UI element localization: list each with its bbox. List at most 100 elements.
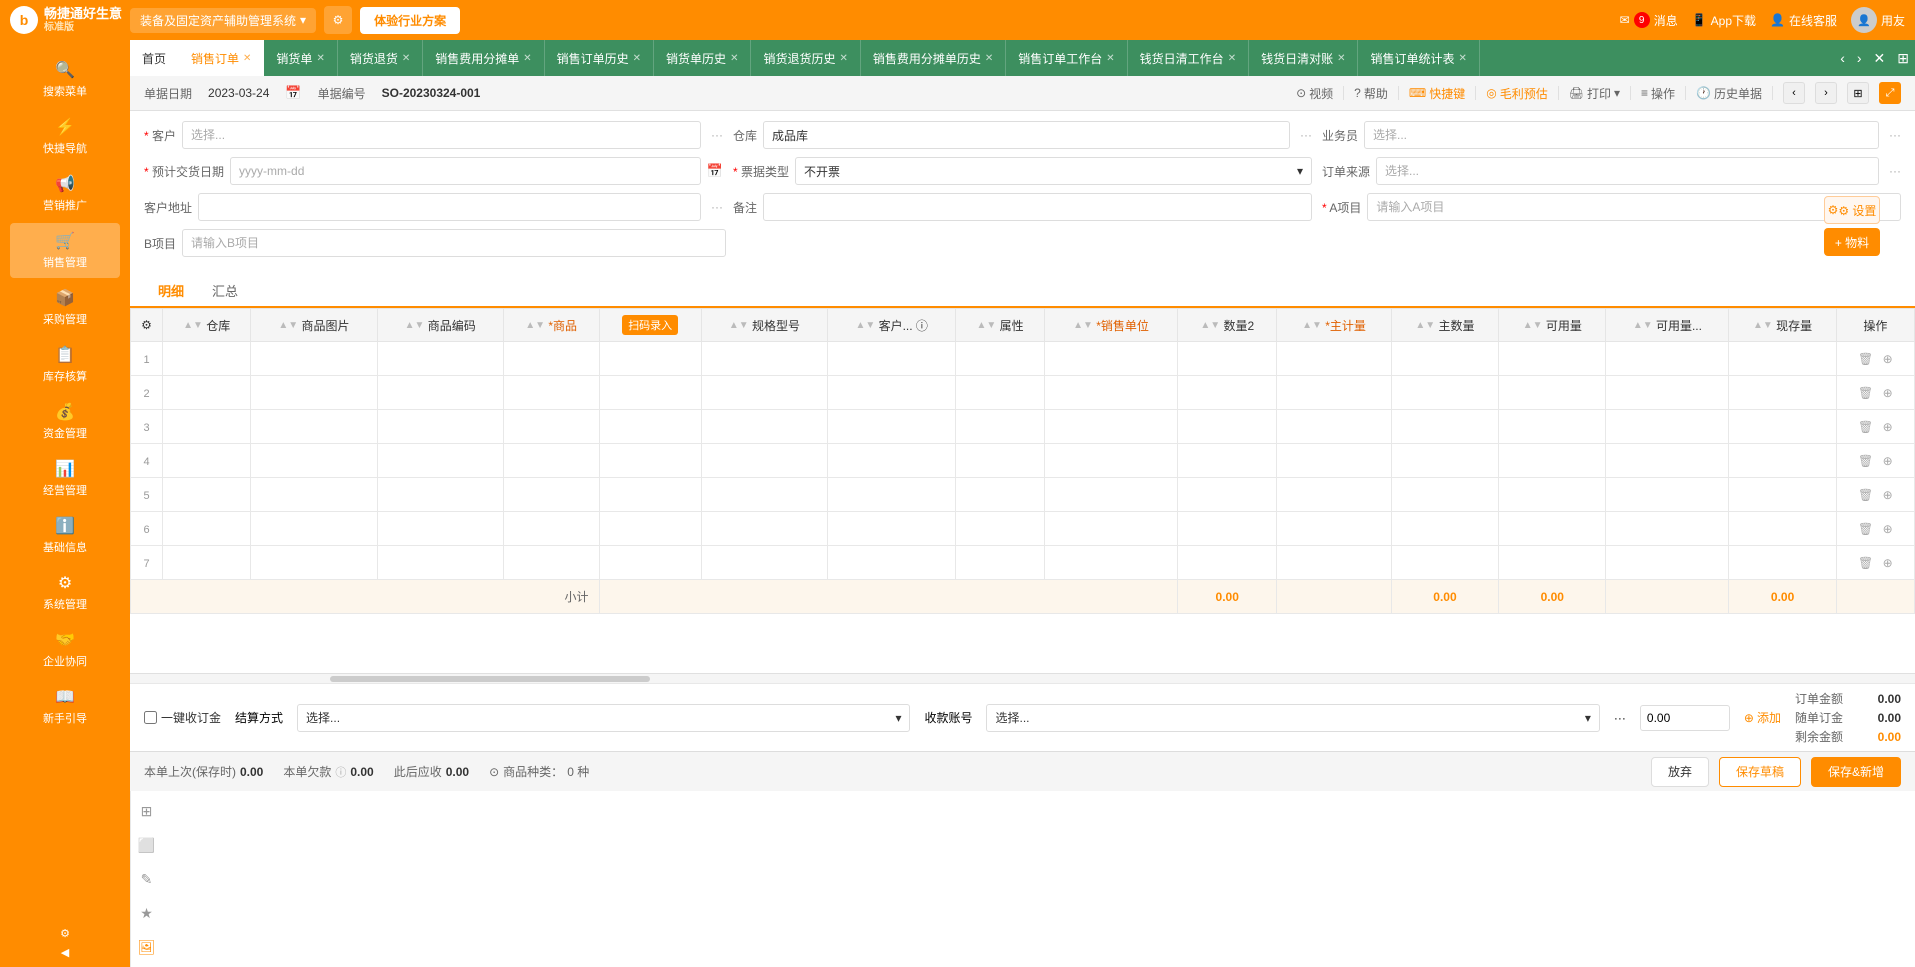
sidebar-settings-btn[interactable]: ⚙ — [60, 927, 70, 940]
row-main-qty[interactable] — [1391, 444, 1498, 478]
close-icon[interactable]: ✕ — [985, 53, 993, 64]
row-warehouse[interactable] — [163, 478, 251, 512]
sort-icon[interactable]: ▲▼ — [1073, 322, 1093, 330]
row-main-unit[interactable] — [1277, 512, 1392, 546]
copy-icon[interactable]: ⊕ — [1883, 352, 1893, 366]
sidebar-item-finance[interactable]: 💰 资金管理 — [10, 394, 120, 449]
right-panel-btn-2[interactable]: ⬜ — [135, 833, 159, 857]
row-stock[interactable] — [1729, 512, 1836, 546]
row-qty2[interactable] — [1178, 444, 1277, 478]
row-attr[interactable] — [956, 410, 1044, 444]
row-code[interactable] — [377, 478, 503, 512]
help-btn[interactable]: ? 帮助 — [1354, 85, 1388, 102]
row-unit[interactable] — [1044, 342, 1178, 376]
print-btn[interactable]: 🖨 打印 ▾ — [1569, 85, 1620, 102]
sort-icon[interactable]: ▲▼ — [976, 322, 996, 330]
row-customer-code[interactable] — [828, 376, 956, 410]
sort-icon[interactable]: ▲▼ — [1633, 322, 1653, 330]
close-icon[interactable]: ✕ — [523, 53, 531, 64]
row-available[interactable] — [1499, 546, 1606, 580]
tab-sales-stat[interactable]: 销售订单统计表 ✕ — [1358, 40, 1479, 76]
row-image[interactable] — [251, 546, 377, 580]
row-customer-code[interactable] — [828, 342, 956, 376]
row-customer-code[interactable] — [828, 478, 956, 512]
row-product[interactable] — [503, 342, 599, 376]
bank-more-icon[interactable]: ··· — [1614, 711, 1626, 725]
sidebar-item-enterprise[interactable]: 🤝 企业协同 — [10, 622, 120, 677]
tab-more-btn[interactable]: ✕ — [1868, 40, 1892, 76]
copy-icon[interactable]: ⊕ — [1883, 386, 1893, 400]
row-main-unit[interactable] — [1277, 376, 1392, 410]
close-icon[interactable]: ✕ — [633, 53, 641, 64]
sort-icon[interactable]: ▲▼ — [1302, 322, 1322, 330]
row-attr[interactable] — [956, 512, 1044, 546]
amount-input[interactable] — [1640, 705, 1730, 731]
row-attr[interactable] — [956, 478, 1044, 512]
tab-sales-order[interactable]: 销售订单 ✕ — [179, 40, 264, 76]
row-warehouse[interactable] — [163, 512, 251, 546]
sidebar-item-operation[interactable]: 📊 经营管理 — [10, 451, 120, 506]
sidebar-item-search[interactable]: 🔍 搜索菜单 — [10, 52, 120, 107]
row-code[interactable] — [377, 444, 503, 478]
row-qty2[interactable] — [1178, 410, 1277, 444]
row-main-qty[interactable] — [1391, 478, 1498, 512]
row-stock[interactable] — [1729, 478, 1836, 512]
tab-next-btn[interactable]: › — [1851, 40, 1868, 76]
row-product[interactable] — [503, 512, 599, 546]
sort-icon[interactable]: ▲▼ — [1200, 322, 1220, 330]
row-available2[interactable] — [1606, 444, 1729, 478]
row-unit[interactable] — [1044, 410, 1178, 444]
tab-prev-btn[interactable]: ‹ — [1834, 40, 1851, 76]
row-code[interactable] — [377, 410, 503, 444]
row-available2[interactable] — [1606, 376, 1729, 410]
warehouse-input[interactable] — [763, 121, 1290, 149]
delete-icon[interactable]: 🗑 — [1858, 556, 1873, 570]
row-stock[interactable] — [1729, 410, 1836, 444]
row-stock[interactable] — [1729, 342, 1836, 376]
address-input[interactable] — [198, 193, 701, 221]
row-main-qty[interactable] — [1391, 410, 1498, 444]
row-available[interactable] — [1499, 410, 1606, 444]
customer-input[interactable] — [182, 121, 701, 149]
sort-icon[interactable]: ▲▼ — [1415, 322, 1435, 330]
row-spec[interactable] — [701, 410, 827, 444]
row-code[interactable] — [377, 546, 503, 580]
row-product[interactable] — [503, 478, 599, 512]
delivery-input[interactable] — [230, 157, 701, 185]
row-product[interactable] — [503, 546, 599, 580]
user-menu-btn[interactable]: 👤 用友 — [1851, 7, 1905, 33]
copy-icon[interactable]: ⊕ — [1883, 522, 1893, 536]
row-available2[interactable] — [1606, 342, 1729, 376]
scan-input-btn[interactable]: 扫码录入 — [622, 315, 678, 335]
sidebar-item-marketing[interactable]: 📢 营销推广 — [10, 166, 120, 221]
row-code[interactable] — [377, 376, 503, 410]
row-attr[interactable] — [956, 342, 1044, 376]
row-main-unit[interactable] — [1277, 410, 1392, 444]
right-panel-btn-3[interactable]: ✎ — [135, 867, 159, 891]
settings-icon-btn[interactable]: ⚙ — [324, 6, 352, 34]
delete-icon[interactable]: 🗑 — [1858, 454, 1873, 468]
grid-view-btn[interactable]: ⊞ — [1847, 82, 1869, 104]
row-image[interactable] — [251, 512, 377, 546]
sidebar-item-quicknav[interactable]: ⚡ 快捷导航 — [10, 109, 120, 164]
sort-icon[interactable]: ▲▼ — [278, 322, 298, 330]
tab-menu-btn[interactable]: ⊞ — [1891, 40, 1915, 76]
sort-icon[interactable]: ▲▼ — [855, 322, 875, 330]
row-qty2[interactable] — [1178, 342, 1277, 376]
tab-return-history[interactable]: 销货退货历史 ✕ — [751, 40, 860, 76]
discard-btn[interactable]: 放弃 — [1651, 757, 1709, 787]
row-unit[interactable] — [1044, 376, 1178, 410]
invoice-select[interactable]: 不开票 ▾ — [795, 157, 1312, 185]
row-code[interactable] — [377, 512, 503, 546]
add-material-btn[interactable]: + 物料 — [1824, 228, 1880, 256]
tab-daily-workbench[interactable]: 钱货日清工作台 ✕ — [1128, 40, 1249, 76]
calendar-icon[interactable]: 📅 — [285, 85, 301, 101]
row-spec[interactable] — [701, 376, 827, 410]
delete-icon[interactable]: 🗑 — [1858, 386, 1873, 400]
row-stock[interactable] — [1729, 444, 1836, 478]
row-available[interactable] — [1499, 478, 1606, 512]
save-draft-btn[interactable]: 保存草稿 — [1719, 757, 1801, 787]
sidebar-item-purchase[interactable]: 📦 采购管理 — [10, 280, 120, 335]
sidebar-item-guide[interactable]: 📖 新手引导 — [10, 679, 120, 734]
copy-icon[interactable]: ⊕ — [1883, 420, 1893, 434]
